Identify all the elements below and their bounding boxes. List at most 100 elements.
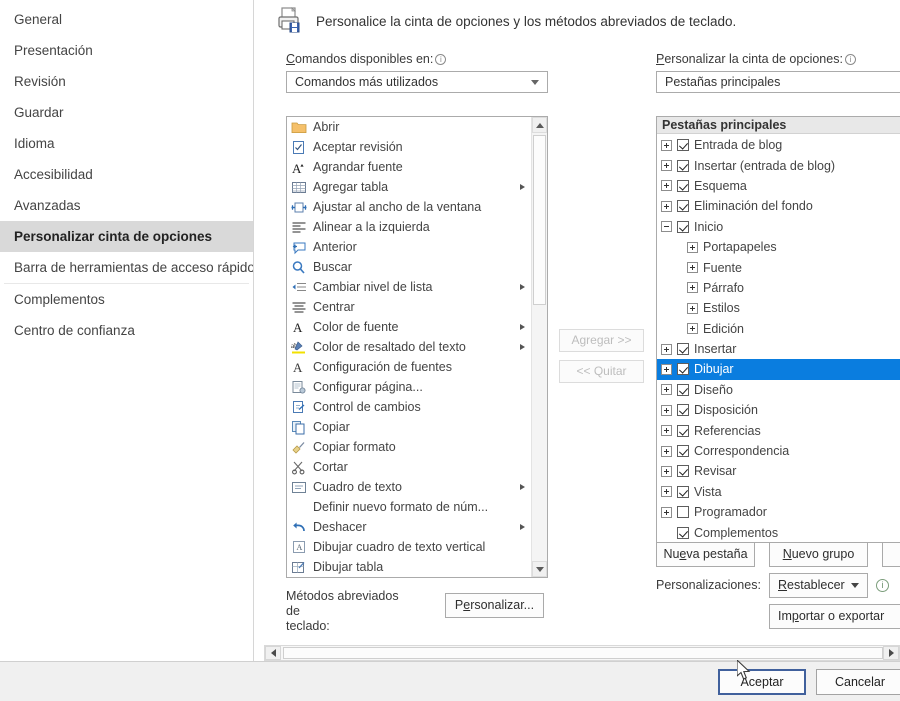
command-list-item[interactable]: Ajustar al ancho de la ventana — [287, 197, 531, 217]
sidebar-item-guardar[interactable]: Guardar — [0, 97, 253, 128]
command-list-item[interactable]: Configurar página... — [287, 377, 531, 397]
command-list-item[interactable]: ab Color de resaltado del texto — [287, 337, 531, 357]
command-list-item[interactable]: Copiar — [287, 417, 531, 437]
ribbon-tab-checkbox[interactable] — [677, 424, 689, 437]
ribbon-tree-item[interactable]: Disposición — [657, 400, 900, 420]
ribbon-tab-checkbox[interactable] — [677, 139, 689, 152]
ribbon-tree-item[interactable]: Correspondencia — [657, 441, 900, 461]
command-list-item[interactable]: A Agrandar fuente — [287, 157, 531, 177]
sidebar-item-avanzadas[interactable]: Avanzadas — [0, 190, 253, 221]
hscrollbar-thumb[interactable] — [283, 647, 883, 659]
scroll-up-button[interactable] — [532, 117, 547, 133]
command-list-item[interactable]: Alinear a la izquierda — [287, 217, 531, 237]
ribbon-tree-item[interactable]: Diseño — [657, 380, 900, 400]
ribbon-tab-checkbox[interactable] — [677, 404, 689, 417]
expand-plus-icon[interactable] — [687, 241, 698, 253]
command-list-item[interactable]: Cambiar nivel de lista — [287, 277, 531, 297]
ribbon-tree-item[interactable]: Revisar — [657, 461, 900, 481]
ribbon-tree-item[interactable]: Referencias — [657, 420, 900, 440]
info-icon[interactable]: i — [844, 54, 856, 65]
ribbon-tree-item[interactable]: Eliminación del fondo — [657, 196, 900, 216]
scroll-down-button[interactable] — [532, 561, 547, 577]
ribbon-tree-item[interactable]: Programador — [657, 502, 900, 522]
sidebar-item-complementos[interactable]: Complementos — [0, 284, 253, 315]
command-list-item[interactable]: Dibujar tabla — [287, 557, 531, 577]
scrollbar-thumb[interactable] — [533, 135, 546, 305]
customize-ribbon-combo[interactable]: Pestañas principales — [656, 71, 900, 93]
expand-plus-icon[interactable] — [661, 486, 672, 498]
available-commands-combo[interactable]: Comandos más utilizados — [286, 71, 548, 93]
commands-vertical-scrollbar[interactable] — [531, 117, 547, 577]
ribbon-tree-item[interactable]: Portapapeles — [657, 237, 900, 257]
command-list-item[interactable]: Abrir — [287, 117, 531, 137]
command-list-item[interactable]: Control de cambios — [287, 397, 531, 417]
ribbon-tree-item[interactable]: Complementos — [657, 522, 900, 542]
expand-plus-icon[interactable] — [661, 384, 672, 396]
ribbon-tree-item[interactable]: Inicio — [657, 217, 900, 237]
reset-info-icon[interactable]: i — [876, 579, 889, 592]
remove-command-button[interactable]: << Quitar — [559, 360, 644, 383]
sidebar-item-presentacion[interactable]: Presentación — [0, 35, 253, 66]
command-list-item[interactable]: Cuadro de texto — [287, 477, 531, 497]
expand-plus-icon[interactable] — [661, 404, 672, 416]
expand-plus-icon[interactable] — [687, 302, 698, 314]
expand-plus-icon[interactable] — [661, 363, 672, 375]
expand-plus-icon[interactable] — [661, 160, 672, 172]
new-group-button[interactable]: Nuevo grupo — [769, 542, 868, 567]
expand-plus-icon[interactable] — [687, 323, 698, 335]
rename-button[interactable] — [882, 542, 900, 567]
expand-plus-icon[interactable] — [661, 180, 672, 192]
expand-plus-icon[interactable] — [661, 200, 672, 212]
sidebar-item-accesibilidad[interactable]: Accesibilidad — [0, 159, 253, 190]
sidebar-item-personalizar-cinta[interactable]: Personalizar cinta de opciones — [0, 221, 253, 252]
scroll-right-button[interactable] — [883, 646, 899, 660]
ribbon-tab-checkbox[interactable] — [677, 465, 689, 478]
expand-plus-icon[interactable] — [661, 425, 672, 437]
ribbon-tab-checkbox[interactable] — [677, 485, 689, 498]
command-list-item[interactable]: Agregar tabla — [287, 177, 531, 197]
ribbon-tree-item[interactable]: Párrafo — [657, 278, 900, 298]
sidebar-item-general[interactable]: General — [0, 4, 253, 35]
command-list-item[interactable]: Centrar — [287, 297, 531, 317]
command-list-item[interactable]: Deshacer — [287, 517, 531, 537]
new-tab-button[interactable]: Nueva pestaña — [656, 542, 755, 567]
ribbon-tab-checkbox[interactable] — [677, 200, 689, 213]
ribbon-tab-checkbox[interactable] — [677, 220, 689, 233]
command-list-item[interactable]: Buscar — [287, 257, 531, 277]
ribbon-tree-item[interactable]: Fuente — [657, 257, 900, 277]
command-list-item[interactable]: A Color de fuente — [287, 317, 531, 337]
reset-dropdown-button[interactable]: Restablecer — [769, 573, 868, 598]
import-export-button[interactable]: Importar o exportar — [769, 604, 900, 629]
ribbon-tree-item[interactable]: Esquema — [657, 176, 900, 196]
ribbon-tab-checkbox[interactable] — [677, 363, 689, 376]
expand-plus-icon[interactable] — [687, 282, 698, 294]
scroll-left-button[interactable] — [265, 646, 281, 660]
command-list-item[interactable]: Aceptar revisión — [287, 137, 531, 157]
dialog-horizontal-scrollbar[interactable] — [264, 645, 900, 661]
ribbon-tab-checkbox[interactable] — [677, 526, 689, 539]
customize-shortcuts-button[interactable]: Personalizar... — [445, 593, 544, 618]
ribbon-tabs-tree-body[interactable]: Entrada de blog Insertar (entrada de blog… — [657, 135, 900, 542]
cancel-button[interactable]: Cancelar — [816, 669, 900, 695]
expand-plus-icon[interactable] — [661, 343, 672, 355]
expand-plus-icon[interactable] — [661, 506, 672, 518]
ribbon-tab-checkbox[interactable] — [677, 383, 689, 396]
expand-plus-icon[interactable] — [661, 445, 672, 457]
ribbon-tab-checkbox[interactable] — [677, 179, 689, 192]
sidebar-item-idioma[interactable]: Idioma — [0, 128, 253, 159]
ribbon-tab-checkbox[interactable] — [677, 506, 689, 519]
expand-plus-icon[interactable] — [661, 139, 672, 151]
expand-plus-icon[interactable] — [661, 465, 672, 477]
ribbon-tree-item[interactable]: Edición — [657, 319, 900, 339]
ribbon-tree-item[interactable]: Insertar — [657, 339, 900, 359]
command-list-item[interactable]: Definir nuevo formato de núm... — [287, 497, 531, 517]
collapse-minus-icon[interactable] — [661, 221, 672, 233]
command-list-item[interactable]: A Configuración de fuentes — [287, 357, 531, 377]
ribbon-tree-item[interactable]: Estilos — [657, 298, 900, 318]
sidebar-item-revision[interactable]: Revisión — [0, 66, 253, 97]
command-list-item[interactable]: Copiar formato — [287, 437, 531, 457]
available-commands-listbox[interactable]: Abrir Aceptar revisión A Agrandar fuente Agr… — [286, 116, 548, 578]
ribbon-tree-item-selected[interactable]: Dibujar — [657, 359, 900, 380]
command-list-item[interactable]: Cortar — [287, 457, 531, 477]
ribbon-tab-checkbox[interactable] — [677, 343, 689, 356]
